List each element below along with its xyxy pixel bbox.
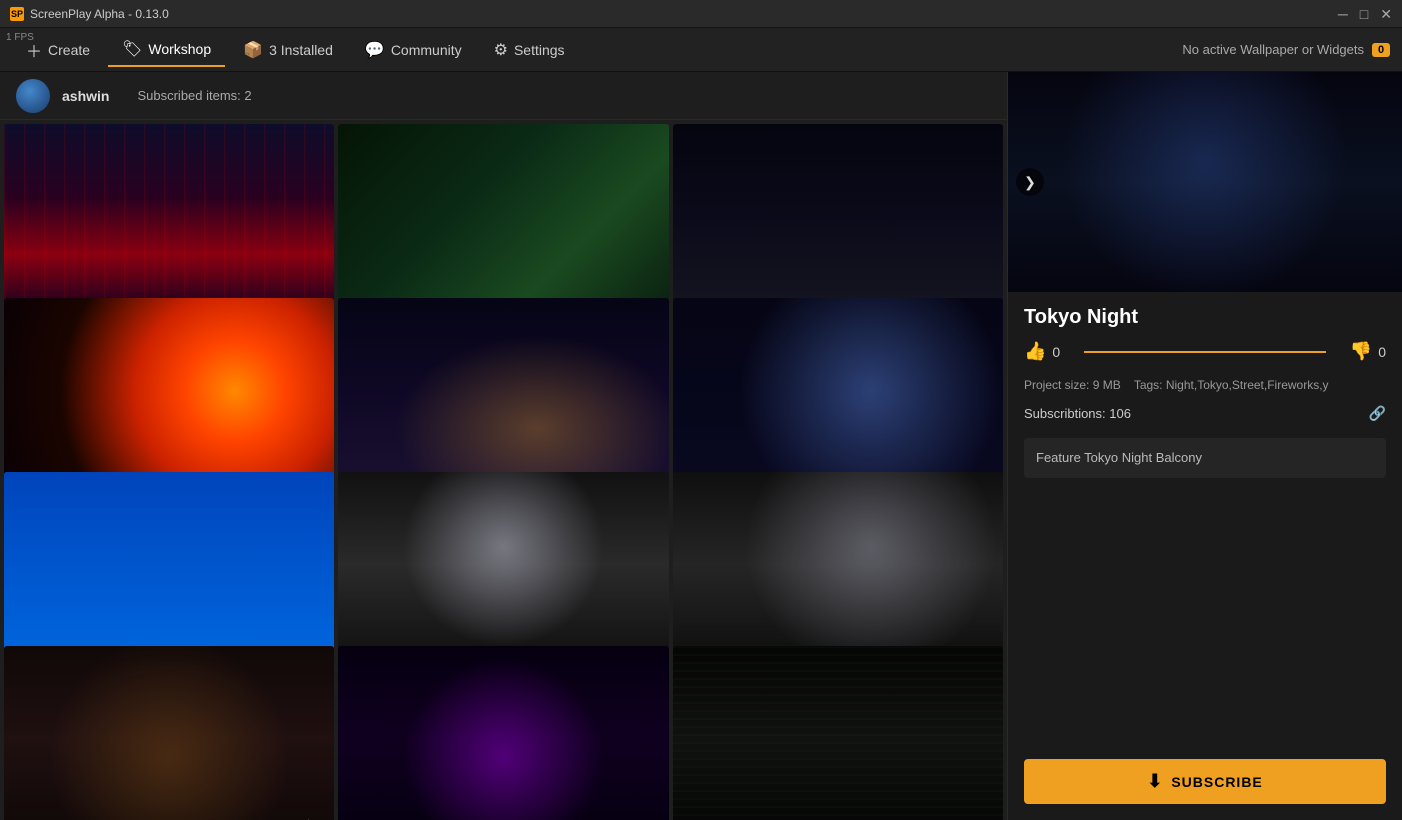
menu-right: No active Wallpaper or Widgets 0 <box>1182 42 1390 57</box>
menu-label-settings: Settings <box>514 42 565 58</box>
dislike-count: 0 <box>1378 344 1386 360</box>
subscription-count: Subscribtions: 106 <box>1024 406 1131 421</box>
preview-area: ❯ <box>1008 72 1402 292</box>
titlebar-title: SP ScreenPlay Alpha - 0.13.0 <box>10 7 169 21</box>
menu-label-community: Community <box>391 42 462 58</box>
menubar: ＋ Create 🏷 Workshop 📦 3 Installed 💬 Comm… <box>0 28 1402 72</box>
grid-item[interactable] <box>338 646 668 820</box>
avatar-image <box>16 79 50 113</box>
grid-item[interactable] <box>4 124 334 310</box>
project-size: Project size: 9 MB <box>1024 378 1121 392</box>
menu-label-installed: 3 Installed <box>269 42 333 58</box>
workshop-icon: 🏷 <box>122 39 142 59</box>
notification-badge[interactable]: 0 <box>1372 43 1390 57</box>
username: ashwin <box>62 88 109 104</box>
preview-meta: Project size: 9 MB Tags: Night,Tokyo,Str… <box>1008 370 1402 401</box>
preview-description: Feature Tokyo Night Balcony <box>1024 438 1386 478</box>
titlebar-text: ScreenPlay Alpha - 0.13.0 <box>30 7 169 21</box>
menu-label-create: Create <box>48 42 90 58</box>
menu-item-settings[interactable]: ⚙ Settings <box>480 34 579 66</box>
menu-item-community[interactable]: 💬 Community <box>351 34 476 66</box>
thumbs-up-icon: 👍 <box>1024 341 1046 362</box>
avatar <box>16 79 50 113</box>
close-button[interactable]: ✕ <box>1380 7 1392 21</box>
main-layout: ashwin Subscribed items: 2 noolapse ❯ <box>0 72 1402 820</box>
grid-item[interactable] <box>338 124 668 310</box>
grid-item[interactable] <box>673 646 1003 820</box>
minimize-button[interactable]: ─ <box>1338 7 1348 21</box>
download-icon: ⬇ <box>1147 771 1163 792</box>
content-area: ashwin Subscribed items: 2 noolapse <box>0 72 1007 820</box>
grid-item[interactable] <box>673 298 1003 484</box>
community-icon: 💬 <box>365 40 385 60</box>
menu-item-create[interactable]: ＋ Create <box>12 32 104 68</box>
grid-item[interactable] <box>4 298 334 484</box>
preview-votes: 👍 0 👎 0 <box>1008 337 1402 370</box>
grid-item[interactable] <box>673 472 1003 658</box>
subscribed-label: Subscribed items: 2 <box>137 88 251 103</box>
like-group[interactable]: 👍 0 <box>1024 341 1060 362</box>
no-active-text: No active Wallpaper or Widgets <box>1182 42 1364 57</box>
chevron-right-icon: ❯ <box>1024 174 1036 191</box>
subscribe-button[interactable]: ⬇ SUBSCRIBE <box>1024 759 1386 804</box>
preview-subscriptions: Subscribtions: 106 🔗 <box>1008 401 1402 430</box>
wallpaper-grid: noolapse <box>0 120 1007 820</box>
menu-item-workshop[interactable]: 🏷 Workshop <box>108 33 225 67</box>
preview-title: Tokyo Night <box>1008 292 1402 337</box>
installed-icon: 📦 <box>243 40 263 60</box>
preview-image <box>1008 72 1402 292</box>
grid-item[interactable] <box>4 472 334 658</box>
thumbs-down-icon: 👎 <box>1350 341 1372 362</box>
user-header: ashwin Subscribed items: 2 <box>0 72 1007 120</box>
titlebar-controls: ─ □ ✕ <box>1338 7 1392 21</box>
dislike-group[interactable]: 👎 0 <box>1350 341 1386 362</box>
external-link-icon[interactable]: 🔗 <box>1369 405 1386 422</box>
menu-label-workshop: Workshop <box>148 41 211 57</box>
subscribe-label: SUBSCRIBE <box>1171 774 1262 790</box>
create-icon: ＋ <box>26 38 42 62</box>
vote-divider <box>1084 351 1326 353</box>
maximize-button[interactable]: □ <box>1360 7 1368 21</box>
grid-item[interactable]: noolapse <box>4 646 334 820</box>
preview-next-button[interactable]: ❯ <box>1016 168 1044 196</box>
right-panel: ❯ Tokyo Night 👍 0 👎 0 Project size: 9 MB… <box>1007 72 1402 820</box>
grid-item[interactable] <box>338 472 668 658</box>
grid-item[interactable] <box>338 298 668 484</box>
app-icon: SP <box>10 7 24 21</box>
grid-item[interactable] <box>673 124 1003 310</box>
menu-item-installed[interactable]: 📦 3 Installed <box>229 34 347 66</box>
settings-icon: ⚙ <box>494 40 508 60</box>
tags: Tags: Night,Tokyo,Street,Fireworks,y <box>1134 378 1329 392</box>
like-count: 0 <box>1052 344 1060 360</box>
titlebar: SP ScreenPlay Alpha - 0.13.0 ─ □ ✕ <box>0 0 1402 28</box>
